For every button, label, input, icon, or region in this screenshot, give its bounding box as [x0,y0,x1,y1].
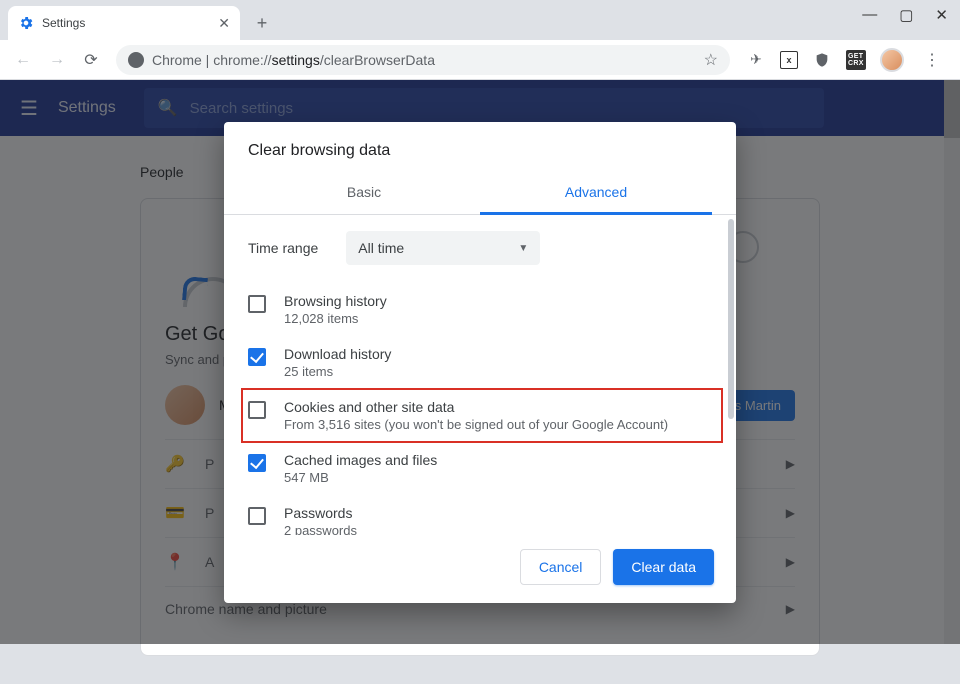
option-sublabel: From 3,516 sites (you won't be signed ou… [284,417,668,432]
cancel-button[interactable]: Cancel [520,549,602,585]
window-close[interactable]: ✕ [935,6,948,24]
gear-icon [18,15,34,31]
checkbox[interactable] [248,507,266,525]
tab-strip: Settings ✕ + [0,0,960,40]
dialog-title: Clear browsing data [248,142,712,160]
checkbox[interactable] [248,295,266,313]
checkbox[interactable] [248,401,266,419]
bookmark-star-icon[interactable]: ☆ [704,50,718,70]
tab-advanced[interactable]: Advanced [480,172,712,215]
extension-shield-icon[interactable] [812,50,832,70]
time-range-label: Time range [248,240,318,256]
browser-toolbar: ← → ⟳ Chrome | chrome://settings/clearBr… [0,40,960,80]
option-sublabel: 25 items [284,364,391,379]
tab-title: Settings [42,16,210,30]
clear-data-option[interactable]: Download history 25 items [248,336,712,389]
extension-icon[interactable]: ✈ [746,50,766,70]
address-bar[interactable]: Chrome | chrome://settings/clearBrowserD… [116,45,730,75]
url-text: Chrome | chrome://settings/clearBrowserD… [152,52,435,68]
option-label: Download history [284,346,391,362]
option-label: Passwords [284,505,357,521]
option-label: Cached images and files [284,452,437,468]
back-button[interactable]: ← [8,45,38,75]
clear-browsing-data-dialog: Clear browsing data Basic Advanced Time … [224,122,736,603]
checkbox[interactable] [248,348,266,366]
clear-data-option[interactable]: Cookies and other site data From 3,516 si… [242,389,722,442]
option-sublabel: 12,028 items [284,311,387,326]
option-label: Browsing history [284,293,387,309]
browser-tab[interactable]: Settings ✕ [8,6,240,40]
option-sublabel: 2 passwords [284,523,357,535]
checkbox[interactable] [248,454,266,472]
option-label: Cookies and other site data [284,399,668,415]
clear-data-button[interactable]: Clear data [613,549,714,585]
dialog-scrollbar[interactable] [728,219,734,419]
chrome-menu-button[interactable]: ⋮ [918,50,946,70]
clear-data-option[interactable]: Passwords 2 passwords [248,495,712,535]
tab-basic[interactable]: Basic [248,172,480,214]
time-range-select[interactable]: All time ▼ [346,231,540,265]
reload-button[interactable]: ⟳ [76,45,106,75]
clear-data-option[interactable]: Browsing history 12,028 items [248,283,712,336]
new-tab-button[interactable]: + [248,9,276,37]
chevron-down-icon: ▼ [518,243,528,254]
site-info-icon[interactable] [128,52,144,68]
option-sublabel: 547 MB [284,470,437,485]
extension-getcrx-icon[interactable]: GET CRX [846,50,866,70]
profile-avatar[interactable] [880,48,904,72]
window-minimize[interactable]: — [862,6,877,24]
clear-data-option[interactable]: Cached images and files 547 MB [248,442,712,495]
dialog-tabs: Basic Advanced [224,172,736,215]
forward-button[interactable]: → [42,45,72,75]
extension-icon[interactable]: x [780,51,798,69]
close-icon[interactable]: ✕ [218,15,230,32]
window-maximize[interactable]: ▢ [899,6,913,24]
